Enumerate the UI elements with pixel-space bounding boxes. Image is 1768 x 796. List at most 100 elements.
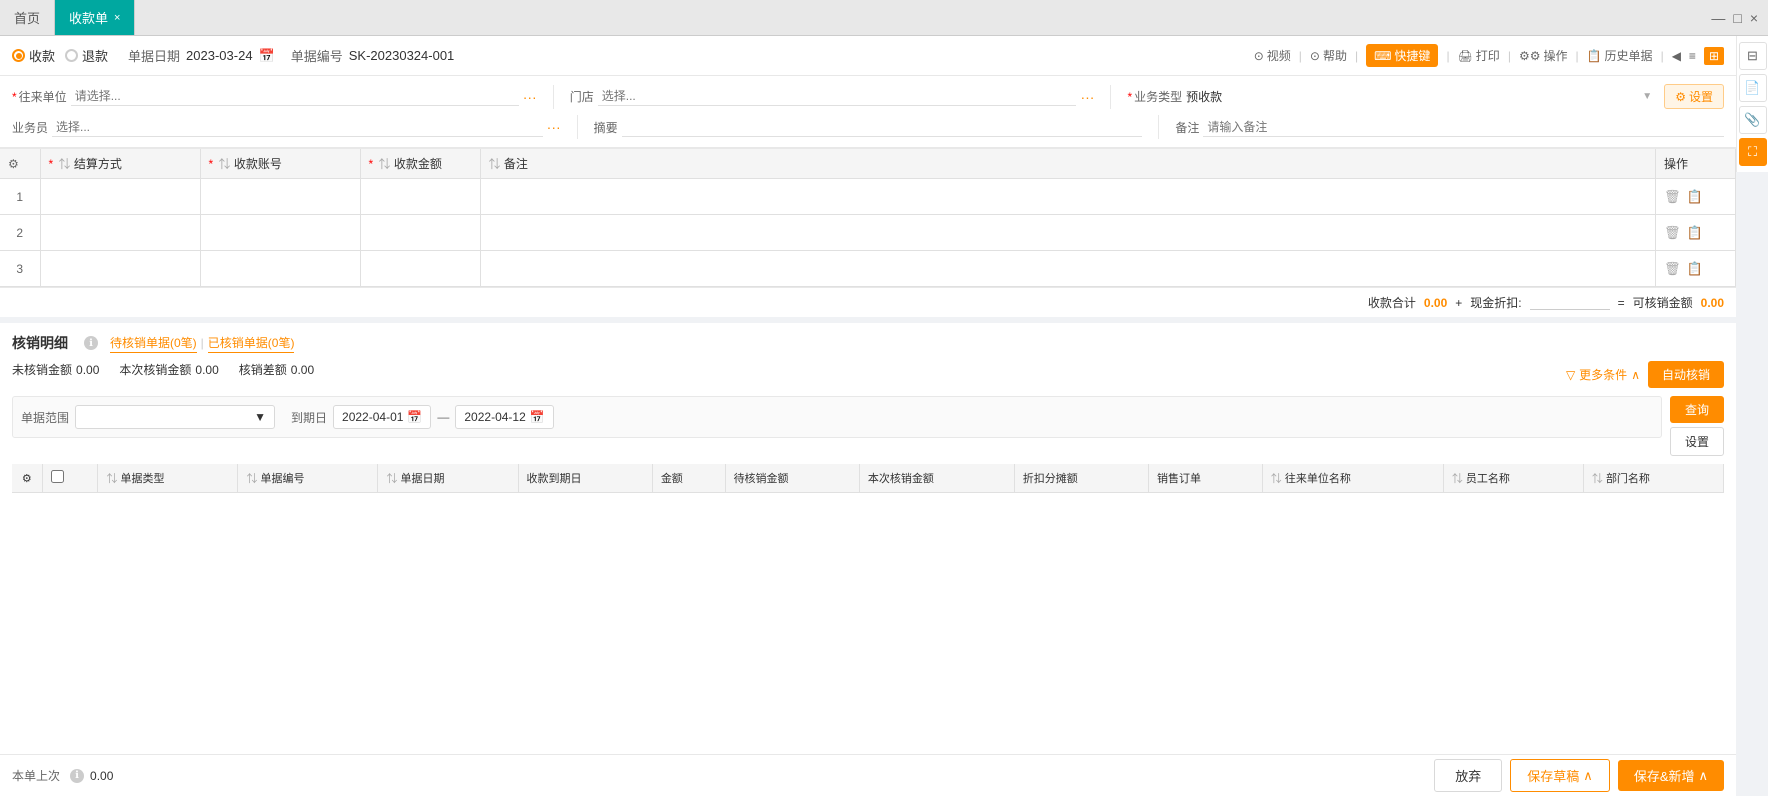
tab-receipt[interactable]: 收款单 × [55,0,135,35]
previous-info-icon[interactable]: ℹ [70,769,84,783]
pending-tab[interactable]: 待核销单据(0笔) [110,334,197,353]
reconcile-info-icon[interactable]: ℹ [84,336,98,350]
counterpart-more-icon[interactable]: ··· [523,89,537,105]
summary-input[interactable] [622,118,1143,137]
row-2-delete-icon[interactable]: 🗑 [1664,225,1681,241]
row-2-settlement[interactable] [40,215,200,251]
refund-radio[interactable]: 退款 [65,46,108,65]
tab-home[interactable]: 首页 [0,0,55,35]
window-minimize[interactable]: — [1711,10,1725,26]
reconcile-table: ⚙ ⇅ 单据类型 ⇅ 单据编号 [12,464,1724,493]
row-2-amount[interactable] [360,215,480,251]
col-remarks-sort-icon: ⇅ [489,157,501,171]
rec-gear-icon[interactable]: ⚙ [22,473,32,485]
range-select[interactable]: ▼ [75,405,275,429]
shop-more-icon[interactable]: ··· [1080,89,1094,105]
total-label: 收款合计 [1368,294,1416,311]
sidebar-attach-icon[interactable]: 📎 [1739,106,1767,134]
salesperson-label: 业务员 [12,119,48,136]
counterpart-input[interactable] [71,87,519,106]
list-view-btn[interactable]: ≡ [1689,49,1696,63]
rec-col-employee: ⇅ 员工名称 [1443,464,1583,493]
stat-uncancelled-label: 未核销金额 [12,361,72,378]
row-3-account[interactable] [200,251,360,287]
remarks-input[interactable] [1203,118,1724,137]
row-3-remarks[interactable] [480,251,1656,287]
row-1-settlement[interactable] [40,179,200,215]
form-section: 往来单位 ··· 门店 ··· 业务类型 预收款 ▼ [0,76,1736,148]
salesperson-input[interactable] [52,118,543,137]
print-btn[interactable]: 🖨 打印 [1458,47,1500,64]
rec-col-doc-type: ⇅ 单据类型 [98,464,238,493]
done-tab[interactable]: 已核销单据(0笔) [208,334,295,353]
window-close[interactable]: × [1750,10,1758,26]
row-3-settlement[interactable] [40,251,200,287]
range-select-arrow-icon: ▼ [254,410,266,424]
col-settings[interactable]: ⚙ [0,149,40,179]
reconcile-table-wrapper: ⚙ ⇅ 单据类型 ⇅ 单据编号 [12,464,1724,744]
business-type-label: 业务类型 [1127,88,1182,105]
video-btn[interactable]: ⊙ 视频 [1254,47,1291,64]
calendar-to-icon[interactable]: 📅 [530,410,545,424]
auto-reconcile-button[interactable]: 自动核销 [1648,361,1724,388]
reconcile-tabs: 待核销单据(0笔) | 已核销单据(0笔) [110,334,294,353]
row-3-amount[interactable] [360,251,480,287]
discard-button[interactable]: 放弃 [1434,759,1502,792]
salesperson-more-icon[interactable]: ··· [547,119,561,135]
rec-col-due-date: 收款到期日 [518,464,652,493]
save-draft-button[interactable]: 保存草稿 ∧ [1510,759,1610,792]
summary-bar: 收款合计 0.00 + 现金折扣: = 可核销金额 0.00 [0,287,1736,317]
total-value: 0.00 [1424,296,1447,310]
rec-col-checkbox-cb [42,464,98,493]
row-3-delete-icon[interactable]: 🗑 [1664,261,1681,277]
row-3-copy-icon[interactable]: 📋 [1687,261,1703,277]
discount-input[interactable] [1530,295,1610,310]
summary-field: 摘要 [594,118,1143,137]
sidebar-doc-icon[interactable]: 📄 [1739,74,1767,102]
settings-button[interactable]: ⚙ 设置 [1664,84,1724,109]
header-toolbar: 收款 退款 单据日期 2023-03-24 📅 单据编号 SK-20230324… [0,36,1736,76]
bill-date-calendar-icon[interactable]: 📅 [259,48,275,64]
date-from-input[interactable]: 2022-04-01 📅 [333,405,431,429]
row-2-copy-icon[interactable]: 📋 [1687,225,1703,241]
receipt-radio[interactable]: 收款 [12,46,55,65]
shop-label: 门店 [570,88,594,105]
table-gear-icon[interactable]: ⚙ [8,157,19,171]
rec-settings-button[interactable]: 设置 [1670,427,1724,456]
query-button[interactable]: 查询 [1670,396,1724,423]
sidebar-screen-icon[interactable]: ⛶ [1739,138,1767,166]
row-1-amount[interactable] [360,179,480,215]
more-conditions-btn[interactable]: ▽ 更多条件 ∧ [1566,366,1640,383]
tab-receipt-close[interactable]: × [114,12,120,24]
more-conditions-label: 更多条件 [1579,366,1627,383]
row-1-remarks[interactable] [480,179,1656,215]
rec-select-all-checkbox[interactable] [51,470,64,483]
bill-date-value: 2023-03-24 [186,48,253,63]
rec-col-sales-order: 销售订单 [1149,464,1263,493]
doc-view-icon: 📄 [1744,80,1760,96]
rec-col-dept: ⇅ 部门名称 [1583,464,1723,493]
row-1-delete-icon[interactable]: 🗑 [1664,189,1681,205]
shortcut-btn[interactable]: ⌨ 快捷键 [1366,44,1438,67]
shop-input[interactable] [598,87,1077,106]
row-2-remarks[interactable] [480,215,1656,251]
help-btn[interactable]: ⊙ 帮助 [1310,47,1347,64]
net-label: 可核销金额 [1633,294,1693,311]
history-btn[interactable]: 📋 历史单据 [1587,47,1653,64]
sidebar-table-icon[interactable]: ⊟ [1739,42,1767,70]
prev-btn[interactable]: ◀ [1672,49,1681,63]
col-account-sort-icon: ⇅ [219,157,231,171]
save-new-button[interactable]: 保存&新增 ∧ [1618,760,1724,791]
row-2-account[interactable] [200,215,360,251]
card-view-btn[interactable]: ⊞ [1704,47,1724,65]
business-type-arrow-icon[interactable]: ▼ [1642,91,1652,102]
window-maximize[interactable]: □ [1733,10,1741,26]
row-1-copy-icon[interactable]: 📋 [1687,189,1703,205]
row-1-actions: 🗑 📋 [1656,179,1736,215]
calendar-from-icon[interactable]: 📅 [407,410,422,424]
date-to-input[interactable]: 2022-04-12 📅 [455,405,553,429]
operations-btn[interactable]: ⚙⚙ 操作 [1519,47,1568,64]
stats-row: 未核销金额 0.00 本次核销金额 0.00 核销差额 0.00 [12,361,314,378]
table-row: 3 🗑 📋 [0,251,1736,287]
row-1-account[interactable] [200,179,360,215]
